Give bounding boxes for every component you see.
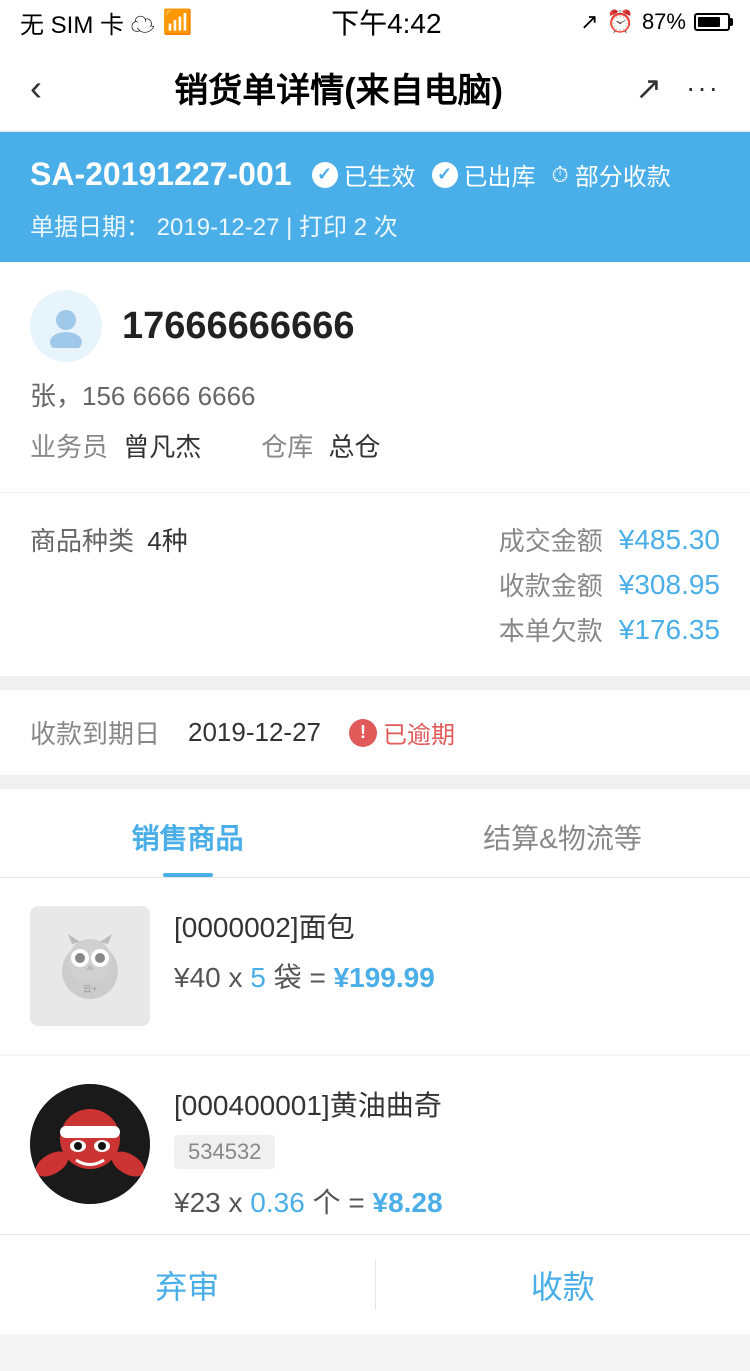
overdue-icon: ! bbox=[349, 719, 377, 747]
product-info-1: [0000002]面包 ¥40 x 5 袋 = ¥199.99 bbox=[174, 906, 720, 996]
product-qty-2: 0.36 bbox=[250, 1187, 305, 1218]
more-button[interactable]: ··· bbox=[686, 72, 720, 104]
battery-text: 87% bbox=[642, 9, 686, 35]
order-id: SA-20191227-001 bbox=[30, 156, 292, 193]
bottom-bar: 弃审 收款 bbox=[0, 1234, 750, 1334]
warehouse-field: 仓库 总仓 bbox=[261, 427, 380, 464]
sales-person-label: 业务员 bbox=[30, 432, 108, 462]
status-bar-right: ↗ ⏰ 87% bbox=[580, 9, 730, 35]
product-total-2: ¥8.28 bbox=[373, 1187, 443, 1218]
battery-icon bbox=[694, 13, 730, 31]
tab-products[interactable]: 销售商品 bbox=[0, 789, 375, 877]
alarm-icon: ⏰ bbox=[607, 9, 634, 35]
overdue-badge: ! 已逾期 bbox=[349, 715, 455, 750]
warehouse-value: 总仓 bbox=[329, 432, 381, 462]
products-list: 云+ [0000002]面包 ¥40 x 5 袋 = ¥199.99 bbox=[0, 878, 750, 1249]
product-item: 云+ [0000002]面包 ¥40 x 5 袋 = ¥199.99 bbox=[0, 878, 750, 1054]
due-date-label: 收款到期日 bbox=[30, 714, 160, 751]
summary-section: 商品种类 4种 成交金额 ¥485.30 收款金额 ¥308.95 本单欠款 ¥… bbox=[0, 493, 750, 690]
sim-text: 无 SIM 卡 ☁ bbox=[20, 5, 155, 40]
avatar-icon bbox=[44, 304, 88, 348]
product-qty-1: 5 bbox=[250, 962, 266, 993]
order-date: 单据日期： 2019-12-27 | 打印 2 次 bbox=[30, 207, 720, 242]
owl-icon: 云+ bbox=[50, 926, 130, 1006]
traded-amount-row: 成交金额 ¥485.30 bbox=[499, 521, 720, 558]
product-kinds: 商品种类 4种 bbox=[30, 521, 188, 558]
export-button[interactable]: ↗ bbox=[635, 69, 662, 107]
order-date-value: 2019-12-27 bbox=[157, 214, 280, 241]
warehouse-label: 仓库 bbox=[261, 432, 313, 462]
product-name-2: [000400001]黄油曲奇 bbox=[174, 1084, 720, 1124]
product-thumbnail-1: 云+ bbox=[30, 906, 150, 1026]
cancel-button[interactable]: 弃审 bbox=[0, 1242, 375, 1328]
badge-shipped: 已出库 bbox=[432, 157, 536, 192]
overdue-text: 已逾期 bbox=[383, 715, 455, 750]
page-title: 销货单详情(来自电脑) bbox=[174, 63, 503, 112]
customer-meta: 业务员 曾凡杰 仓库 总仓 bbox=[30, 427, 720, 464]
summary-right: 成交金额 ¥485.30 收款金额 ¥308.95 本单欠款 ¥176.35 bbox=[499, 521, 720, 648]
status-badges: 已生效 已出库 部分收款 bbox=[312, 157, 671, 192]
product-item: [000400001]黄油曲奇 534532 ¥23 x 0.36 个 = ¥8… bbox=[0, 1056, 750, 1249]
due-date-value: 2019-12-27 bbox=[188, 717, 321, 748]
badge-partial-payment: 部分收款 bbox=[552, 157, 671, 192]
product-price-row-2: ¥23 x 0.36 个 = ¥8.28 bbox=[174, 1181, 720, 1221]
customer-phone: 17666666666 bbox=[122, 305, 354, 348]
sales-person-value: 曾凡杰 bbox=[123, 432, 201, 462]
owed-amount: ¥176.35 bbox=[619, 614, 720, 646]
owed-amount-row: 本单欠款 ¥176.35 bbox=[499, 611, 720, 648]
received-label: 收款金额 bbox=[499, 566, 603, 603]
status-time: 下午4:42 bbox=[331, 2, 442, 42]
customer-section: 17666666666 张，156 6666 6666 业务员 曾凡杰 仓库 总… bbox=[0, 262, 750, 493]
kinds-count: 4种 bbox=[147, 526, 187, 556]
product-sku-badge: 534532 bbox=[174, 1135, 275, 1169]
nav-left: ‹ bbox=[30, 67, 42, 109]
summary-left: 商品种类 4种 bbox=[30, 521, 188, 558]
product-total-1: ¥199.99 bbox=[334, 962, 435, 993]
svg-text:云+: 云+ bbox=[83, 984, 97, 994]
sales-person-field: 业务员 曾凡杰 bbox=[30, 427, 201, 464]
ninja-icon bbox=[30, 1084, 150, 1204]
received-amount-row: 收款金额 ¥308.95 bbox=[499, 566, 720, 603]
tab-settlement[interactable]: 结算&物流等 bbox=[375, 789, 750, 877]
location-icon: ↗ bbox=[580, 9, 598, 35]
product-name-1: [0000002]面包 bbox=[174, 906, 720, 946]
back-button[interactable]: ‹ bbox=[30, 67, 42, 109]
clock-icon bbox=[552, 161, 569, 189]
traded-label: 成交金额 bbox=[499, 521, 603, 558]
nav-right: ↗ ··· bbox=[635, 69, 720, 107]
status-bar: 无 SIM 卡 ☁ 📶 下午4:42 ↗ ⏰ 87% bbox=[0, 0, 750, 44]
wifi-icon: 📶 bbox=[163, 8, 193, 37]
traded-amount: ¥485.30 bbox=[619, 524, 720, 556]
order-header: SA-20191227-001 已生效 已出库 部分收款 单据日期： 2019-… bbox=[0, 132, 750, 262]
badge-activated: 已生效 bbox=[312, 157, 416, 192]
customer-avatar bbox=[30, 290, 102, 362]
product-price-row-1: ¥40 x 5 袋 = ¥199.99 bbox=[174, 956, 720, 996]
nav-bar: ‹ 销货单详情(来自电脑) ↗ ··· bbox=[0, 44, 750, 132]
status-bar-left: 无 SIM 卡 ☁ 📶 bbox=[20, 5, 193, 40]
owed-label: 本单欠款 bbox=[499, 611, 603, 648]
received-amount: ¥308.95 bbox=[619, 569, 720, 601]
product-thumbnail-2 bbox=[30, 1084, 150, 1204]
customer-name: 张，156 6666 6666 bbox=[30, 376, 720, 413]
tabs-bar: 销售商品 结算&物流等 bbox=[0, 789, 750, 878]
product-info-2: [000400001]黄油曲奇 534532 ¥23 x 0.36 个 = ¥8… bbox=[174, 1084, 720, 1221]
confirm-payment-button[interactable]: 收款 bbox=[376, 1242, 750, 1328]
due-section: 收款到期日 2019-12-27 ! 已逾期 bbox=[0, 690, 750, 789]
